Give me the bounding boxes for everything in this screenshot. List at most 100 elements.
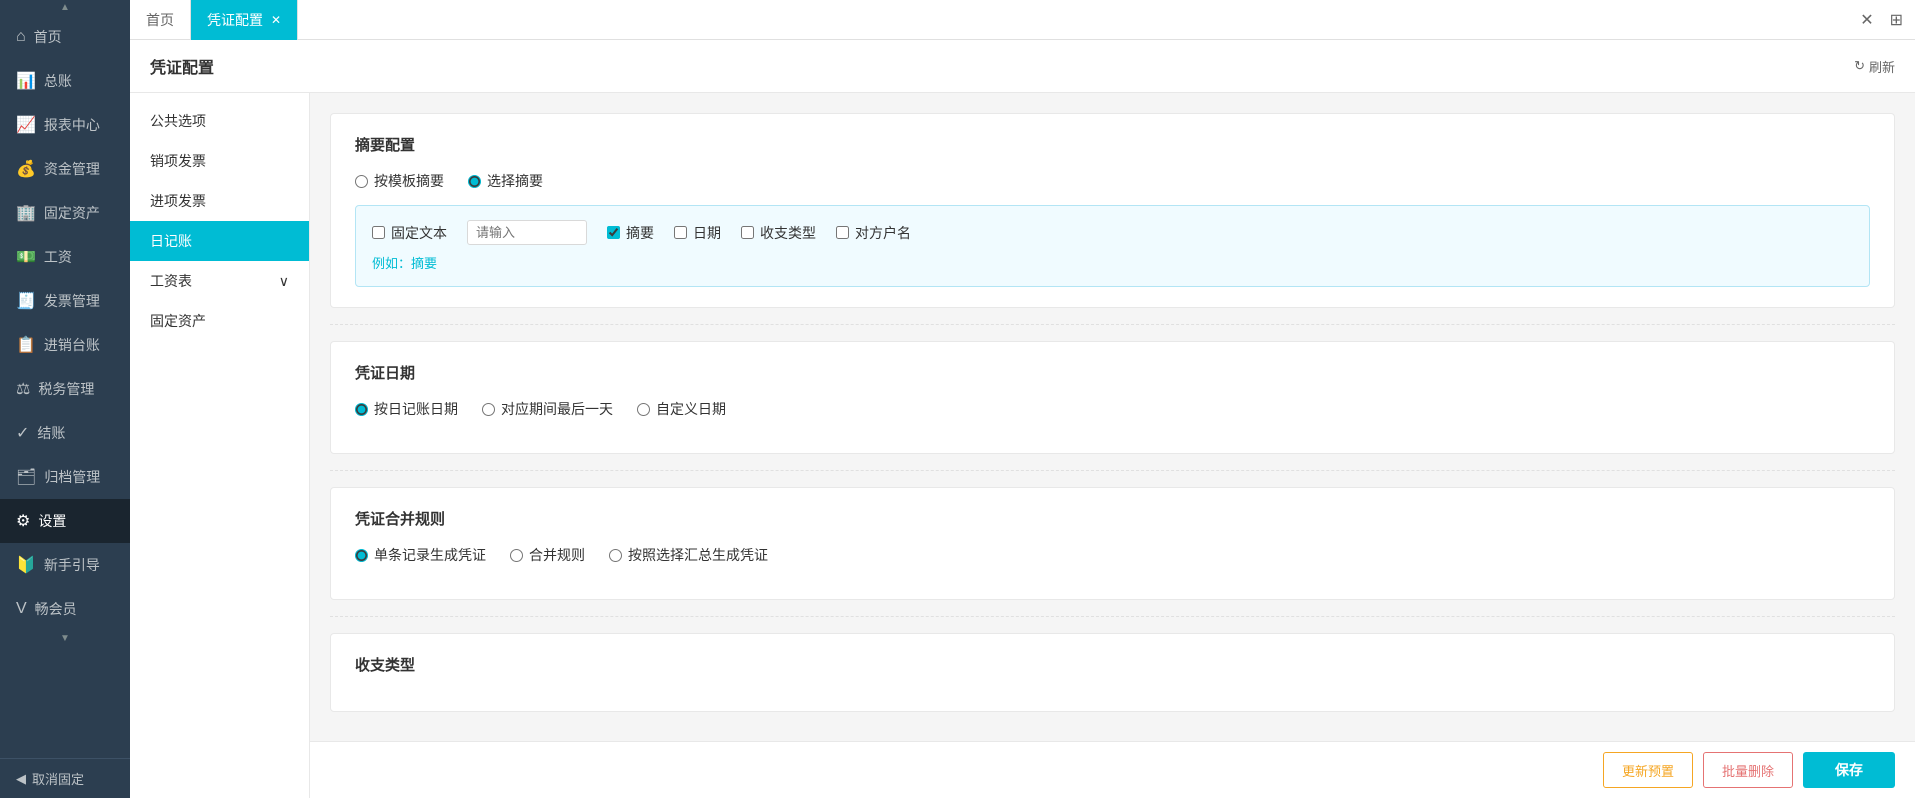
bottom-actions: 更新预置 批量删除 保存	[310, 741, 1915, 798]
sidebar-item-home-label: 首页	[34, 27, 62, 47]
tab-home[interactable]: 首页	[130, 0, 191, 40]
income-expense-section: 收支类型	[330, 633, 1895, 712]
sidebar-item-archive[interactable]: 🗂 归档管理	[0, 455, 130, 499]
voucher-date-radio-group: 按日记账日期 对应期间最后一天 自定义日期	[355, 399, 1870, 419]
radio-merge[interactable]: 合并规则	[510, 545, 585, 565]
radio-custom-date-input[interactable]	[637, 403, 650, 416]
invoice-icon: 🧾	[16, 291, 36, 311]
radio-last-day-input[interactable]	[482, 403, 495, 416]
merge-rule-section: 凭证合并规则 单条记录生成凭证 合并规则 按照选择汇总生成凭证	[330, 487, 1895, 600]
refresh-button[interactable]: ↻ 刷新	[1854, 57, 1895, 76]
sidebar-item-invoice[interactable]: 🧾 发票管理	[0, 279, 130, 323]
checkbox-fixed-text-input[interactable]	[372, 226, 385, 239]
main-area: 首页 凭证配置 ✕ ✕ ⊞ 凭证配置 ↻ 刷新 公共选项	[130, 0, 1915, 798]
summary-options-box: 固定文本 摘要 日期	[355, 205, 1870, 287]
maximize-window-button[interactable]: ⊞	[1886, 6, 1907, 34]
voucher-date-title: 凭证日期	[355, 362, 1870, 383]
sidebar-item-payroll[interactable]: 💵 工资	[0, 235, 130, 279]
sidebar-item-guide[interactable]: 🔰 新手引导	[0, 543, 130, 587]
checkbox-date-input[interactable]	[674, 226, 687, 239]
radio-journal-date-input[interactable]	[355, 403, 368, 416]
radio-single[interactable]: 单条记录生成凭证	[355, 545, 486, 565]
cancel-pin-button[interactable]: ◀ 取消固定	[0, 758, 130, 798]
radio-journal-date[interactable]: 按日记账日期	[355, 399, 458, 419]
sidebar-item-settlement[interactable]: ✓ 结账	[0, 411, 130, 455]
sidebar-item-assets-label: 固定资产	[44, 203, 100, 223]
radio-single-label: 单条记录生成凭证	[374, 545, 486, 565]
sidebar-item-settings[interactable]: ⚙ 设置	[0, 499, 130, 543]
left-nav-public[interactable]: 公共选项	[130, 101, 309, 141]
pin-icon: ◀	[16, 771, 26, 787]
radio-select-merge[interactable]: 按照选择汇总生成凭证	[609, 545, 768, 565]
radio-custom-date[interactable]: 自定义日期	[637, 399, 726, 419]
archive-icon: 🗂	[16, 467, 36, 487]
tab-voucher[interactable]: 凭证配置 ✕	[191, 0, 298, 40]
radio-last-day[interactable]: 对应期间最后一天	[482, 399, 613, 419]
save-button[interactable]: 保存	[1803, 752, 1895, 788]
sidebar-item-archive-label: 归档管理	[44, 467, 100, 487]
summary-radio-group: 按模板摘要 选择摘要	[355, 171, 1870, 191]
divider-1	[330, 324, 1895, 325]
sidebar-scroll-up[interactable]: ▲	[0, 0, 130, 15]
checkbox-counterparty-label: 对方户名	[855, 223, 911, 243]
left-nav-journal[interactable]: 日记账	[130, 221, 309, 261]
summary-radio-template[interactable]: 按模板摘要	[355, 171, 444, 191]
page-title: 凭证配置	[150, 54, 214, 78]
checkbox-summary[interactable]: 摘要	[607, 223, 654, 243]
left-nav-journal-label: 日记账	[150, 231, 192, 251]
left-nav-public-label: 公共选项	[150, 111, 206, 131]
income-expense-title: 收支类型	[355, 654, 1870, 675]
left-nav-sales[interactable]: 销项发票	[130, 141, 309, 181]
checkbox-counterparty[interactable]: 对方户名	[836, 223, 911, 243]
sidebar-item-home[interactable]: ⌂ 首页	[0, 15, 130, 59]
summary-example-hint: 例如：摘要	[372, 253, 1853, 272]
sidebar-item-vip-label: 畅会员	[35, 599, 77, 619]
sidebar-item-purchase[interactable]: 📋 进销台账	[0, 323, 130, 367]
update-preview-button[interactable]: 更新预置	[1603, 752, 1693, 788]
sidebar-item-tax[interactable]: ⚖ 税务管理	[0, 367, 130, 411]
radio-merge-input[interactable]	[510, 549, 523, 562]
summary-radio-select-input[interactable]	[468, 175, 481, 188]
sidebar-item-settlement-label: 结账	[37, 423, 65, 443]
sidebar-item-report[interactable]: 📈 报表中心	[0, 103, 130, 147]
batch-delete-button[interactable]: 批量删除	[1703, 752, 1793, 788]
sidebar-item-ledger[interactable]: 📊 总账	[0, 59, 130, 103]
checkbox-expense-type[interactable]: 收支类型	[741, 223, 816, 243]
refresh-label: 刷新	[1869, 57, 1895, 76]
cancel-pin-label: 取消固定	[32, 769, 84, 788]
left-nav-fixed-assets[interactable]: 固定资产	[130, 301, 309, 341]
guide-icon: 🔰	[16, 555, 36, 575]
checkbox-summary-input[interactable]	[607, 226, 620, 239]
body-layout: 公共选项 销项发票 进项发票 日记账 工资表 ∨ 固定资产	[130, 93, 1915, 798]
tab-voucher-close[interactable]: ✕	[271, 13, 281, 27]
summary-radio-select[interactable]: 选择摘要	[468, 171, 543, 191]
tax-icon: ⚖	[16, 379, 30, 399]
summary-config-section: 摘要配置 按模板摘要 选择摘要	[330, 113, 1895, 308]
radio-select-merge-label: 按照选择汇总生成凭证	[628, 545, 768, 565]
left-nav-payroll-table[interactable]: 工资表 ∨	[130, 261, 309, 301]
checkbox-fixed-text-label: 固定文本	[391, 223, 447, 243]
left-nav-purchase-inv-label: 进项发票	[150, 191, 206, 211]
checkbox-expense-type-input[interactable]	[741, 226, 754, 239]
sidebar-item-guide-label: 新手引导	[44, 555, 100, 575]
chevron-down-icon: ∨	[279, 273, 289, 290]
checkbox-counterparty-input[interactable]	[836, 226, 849, 239]
tab-bar-actions: ✕ ⊞	[1856, 6, 1915, 34]
checkbox-fixed-text[interactable]: 固定文本	[372, 223, 447, 243]
fixed-text-input[interactable]	[467, 220, 587, 245]
left-nav-purchase-inv[interactable]: 进项发票	[130, 181, 309, 221]
checkbox-date[interactable]: 日期	[674, 223, 721, 243]
tab-voucher-label: 凭证配置	[207, 10, 263, 30]
radio-single-input[interactable]	[355, 549, 368, 562]
settlement-icon: ✓	[16, 423, 29, 443]
left-nav: 公共选项 销项发票 进项发票 日记账 工资表 ∨ 固定资产	[130, 93, 310, 798]
report-icon: 📈	[16, 115, 36, 135]
sidebar-scroll-down[interactable]: ▼	[0, 631, 130, 646]
sidebar-item-funds[interactable]: 💰 资金管理	[0, 147, 130, 191]
sidebar-item-vip[interactable]: V 畅会员	[0, 587, 130, 631]
divider-2	[330, 470, 1895, 471]
summary-radio-template-input[interactable]	[355, 175, 368, 188]
sidebar-item-assets[interactable]: 🏢 固定资产	[0, 191, 130, 235]
close-window-button[interactable]: ✕	[1856, 6, 1877, 34]
radio-select-merge-input[interactable]	[609, 549, 622, 562]
